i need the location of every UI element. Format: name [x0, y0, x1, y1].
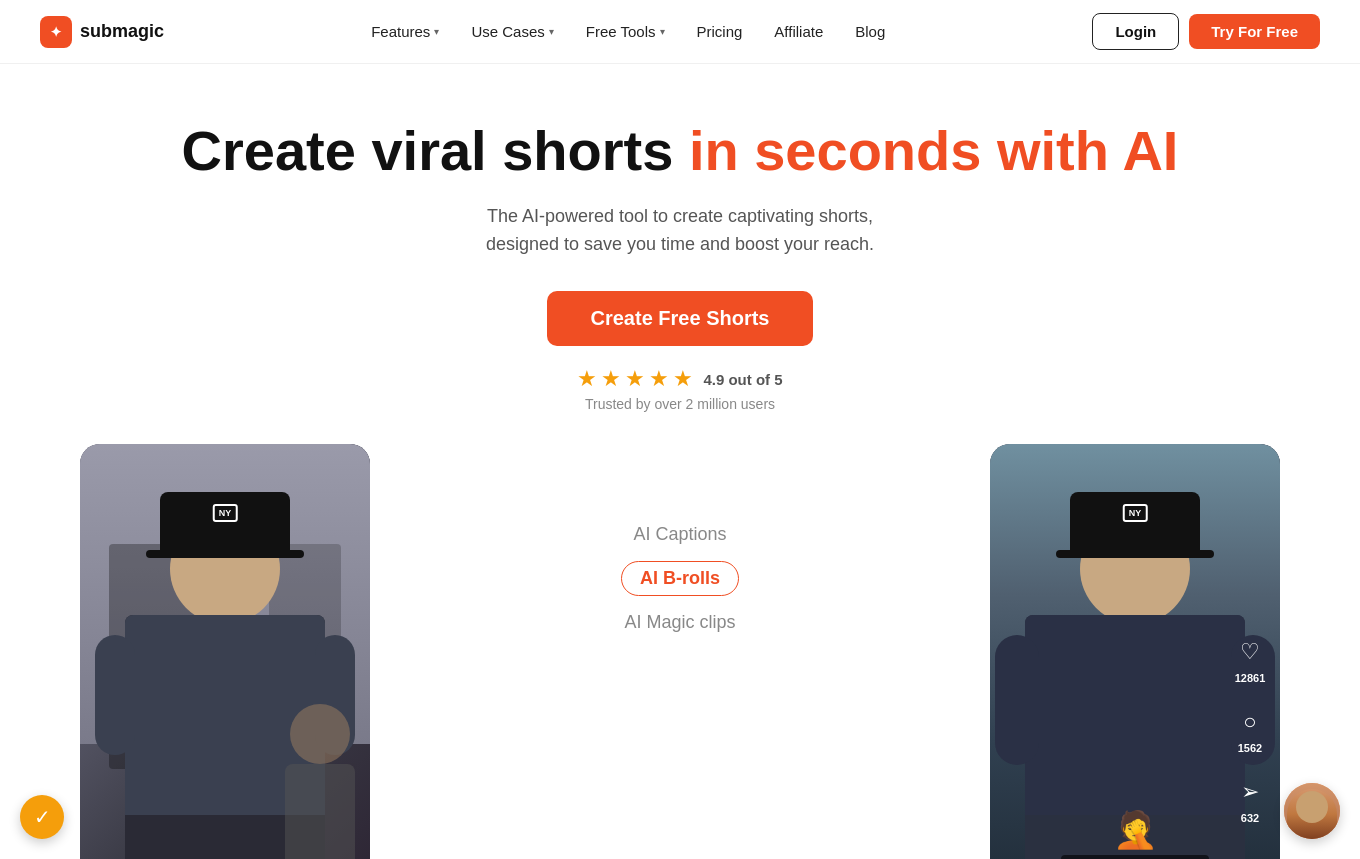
- comment-group: ○ 1562: [1232, 704, 1268, 754]
- caption-overlay: 🤦 YEAH I HAVE: [990, 809, 1280, 859]
- star-2: ★: [601, 366, 621, 392]
- right-hat-logo: NY: [1123, 504, 1148, 522]
- chevron-down-icon: ▾: [434, 26, 439, 37]
- hero-section: Create viral shorts in seconds with AI T…: [0, 64, 1360, 412]
- bg-person-body: [285, 764, 355, 859]
- bg-person-head: [290, 704, 350, 764]
- star-1: ★: [577, 366, 597, 392]
- rating-trust-text: Trusted by over 2 million users: [585, 396, 775, 412]
- right-video-card: NY ♡ 12861 ○ 1562: [990, 444, 1280, 859]
- star-3: ★: [625, 366, 645, 392]
- chat-icon: ✓: [34, 805, 51, 829]
- caption-text: YEAH I HAVE: [1061, 855, 1210, 859]
- caption-emoji: 🤦: [990, 809, 1280, 851]
- navbar: ✦ submagic Features ▾ Use Cases ▾ Free T…: [0, 0, 1360, 64]
- nav-pricing[interactable]: Pricing: [683, 15, 757, 48]
- brand-name: submagic: [80, 21, 164, 42]
- support-avatar-image: [1284, 783, 1340, 839]
- right-video-bg: NY ♡ 12861 ○ 1562: [990, 444, 1280, 859]
- like-count: 12861: [1235, 672, 1266, 684]
- heart-icon: ♡: [1232, 634, 1268, 670]
- right-tshirt: [1025, 615, 1245, 815]
- feature-ai-magic-clips[interactable]: AI Magic clips: [624, 612, 735, 633]
- feature-ai-captions[interactable]: AI Captions: [633, 524, 726, 545]
- login-button[interactable]: Login: [1092, 13, 1179, 50]
- right-hat-brim: [1056, 550, 1214, 558]
- chevron-down-icon: ▾: [549, 26, 554, 37]
- rating-row: ★ ★ ★ ★ ★ 4.9 out of 5 Trusted by over 2…: [40, 366, 1320, 412]
- like-group: ♡ 12861: [1232, 634, 1268, 684]
- comment-count: 1562: [1238, 742, 1262, 754]
- nav-use-cases[interactable]: Use Cases ▾: [457, 15, 567, 48]
- hat-brim: [146, 550, 304, 558]
- create-free-shorts-button[interactable]: Create Free Shorts: [547, 291, 814, 346]
- right-person-container: NY: [1005, 484, 1265, 859]
- video-section: NY AI Capt: [0, 444, 1360, 859]
- nav-features[interactable]: Features ▾: [357, 15, 453, 48]
- nav-links: Features ▾ Use Cases ▾ Free Tools ▾ Pric…: [357, 15, 899, 48]
- features-column: AI Captions AI B-rolls AI Magic clips: [370, 444, 990, 713]
- right-hat-body: NY: [1070, 492, 1200, 552]
- star-4: ★: [649, 366, 669, 392]
- logo-icon: ✦: [40, 16, 72, 48]
- nav-blog[interactable]: Blog: [841, 15, 899, 48]
- support-head: [1296, 791, 1328, 823]
- left-arm-left: [95, 635, 135, 755]
- nav-actions: Login Try For Free: [1092, 13, 1320, 50]
- background-person: [280, 704, 360, 859]
- hero-title: Create viral shorts in seconds with AI: [40, 120, 1320, 182]
- right-person-head: NY: [1080, 504, 1190, 611]
- support-avatar-button[interactable]: [1284, 783, 1340, 839]
- left-video-card: NY: [80, 444, 370, 859]
- hat-logo: NY: [213, 504, 238, 522]
- try-for-free-button[interactable]: Try For Free: [1189, 14, 1320, 49]
- rating-score: 4.9 out of 5: [703, 371, 782, 388]
- share-icon: ➢: [1232, 774, 1268, 810]
- logo[interactable]: ✦ submagic: [40, 16, 164, 48]
- hero-subtitle: The AI-powered tool to create captivatin…: [40, 202, 1320, 260]
- left-video-bg: NY: [80, 444, 370, 859]
- right-arm-left: [995, 635, 1039, 765]
- nav-free-tools[interactable]: Free Tools ▾: [572, 15, 679, 48]
- star-5: ★: [673, 366, 693, 392]
- hat-body: NY: [160, 492, 290, 552]
- comment-icon: ○: [1232, 704, 1268, 740]
- left-person-head: NY: [170, 504, 280, 611]
- chat-widget-button[interactable]: ✓: [20, 795, 64, 839]
- social-overlay: ♡ 12861 ○ 1562 ➢ 632: [1232, 634, 1268, 824]
- chevron-down-icon: ▾: [660, 26, 665, 37]
- star-rating: ★ ★ ★ ★ ★: [577, 366, 693, 392]
- feature-ai-brolls[interactable]: AI B-rolls: [621, 561, 739, 596]
- nav-affiliate[interactable]: Affiliate: [760, 15, 837, 48]
